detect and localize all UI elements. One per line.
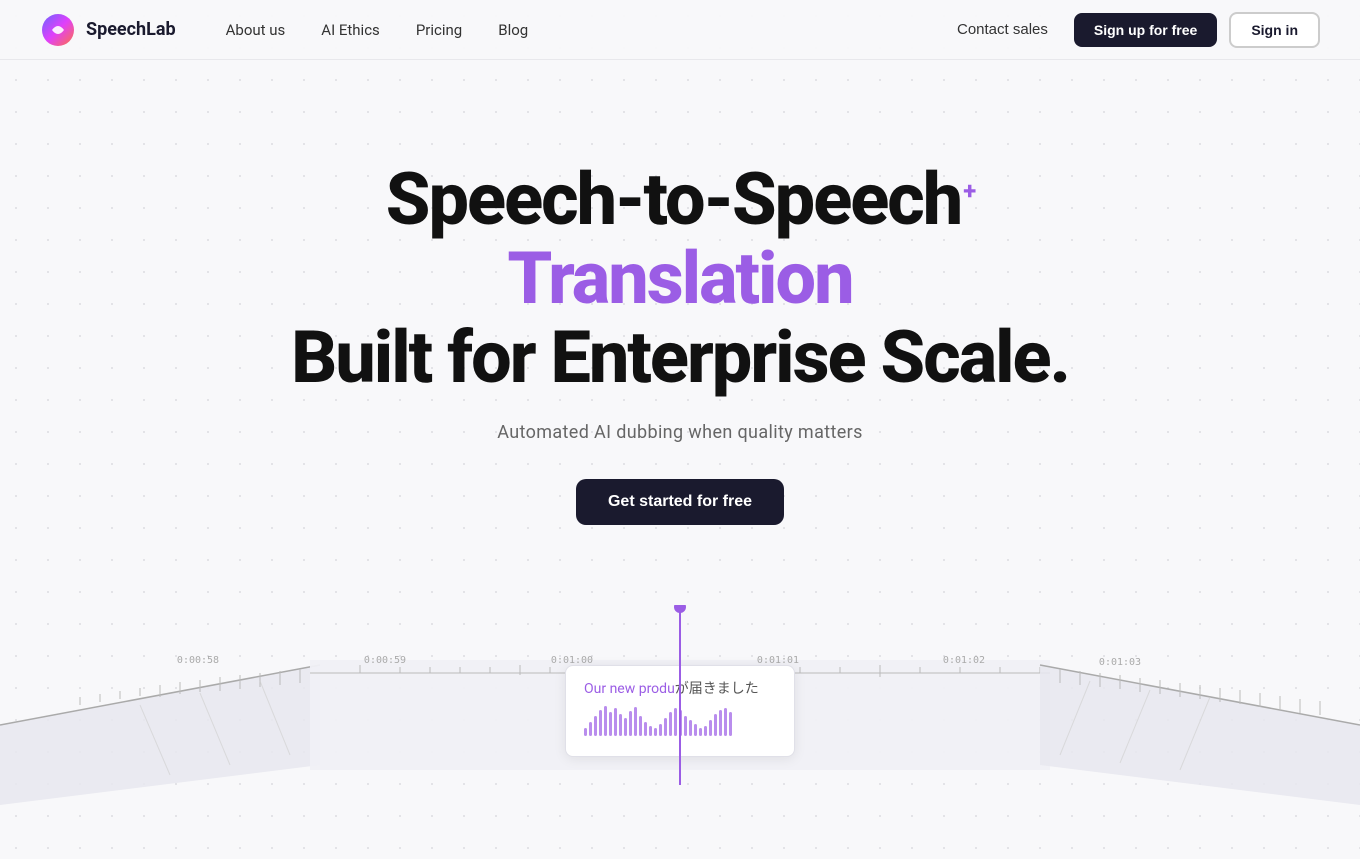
svg-text:0:01:02: 0:01:02: [943, 655, 985, 666]
waveform-bar: [674, 708, 677, 736]
logo-icon: [40, 12, 76, 48]
nav-blog[interactable]: Blog: [484, 15, 542, 45]
waveform-bar: [719, 710, 722, 736]
hero-title-part2: Built for Enterprise Scale.: [291, 315, 1069, 400]
waveform-bar: [709, 720, 712, 736]
sparkle-icon: +: [963, 178, 974, 204]
svg-text:0:00:59: 0:00:59: [364, 655, 406, 666]
timeline-section: 0:00:58 0:00:59 0:01:00 0:01:01 0:01:02: [0, 605, 1360, 845]
waveform-bar: [654, 728, 657, 736]
nav-pricing[interactable]: Pricing: [402, 15, 476, 45]
hero-title-highlight: Translation: [507, 236, 852, 321]
cta-button[interactable]: Get started for free: [576, 479, 784, 525]
waveform-bar: [694, 724, 697, 736]
waveform-bar: [624, 718, 627, 736]
waveform-bar: [714, 714, 717, 736]
nav-ai-ethics[interactable]: AI Ethics: [307, 15, 394, 45]
nav-right: Contact sales Sign up for free Sign in: [943, 12, 1320, 48]
waveform-bar: [659, 724, 662, 736]
signup-button[interactable]: Sign up for free: [1074, 13, 1217, 47]
waveform-bar: [644, 722, 647, 736]
waveform-bar: [584, 728, 587, 736]
logo-text: SpeechLab: [86, 19, 176, 40]
svg-text:0:01:03: 0:01:03: [1099, 657, 1141, 668]
tape-wrap: 0:00:58 0:00:59 0:01:00 0:01:01 0:01:02: [0, 605, 1360, 805]
subtitle-plain: が届きました: [675, 681, 759, 697]
logo-link[interactable]: SpeechLab: [40, 12, 176, 48]
waveform-bar: [649, 726, 652, 736]
waveform-bar: [669, 712, 672, 736]
waveform-bar: [594, 716, 597, 736]
waveform-bar: [589, 722, 592, 736]
waveform-bar: [599, 710, 602, 736]
waveform-bar: [684, 716, 687, 736]
waveform-bar: [724, 708, 727, 736]
playhead: [679, 605, 681, 785]
waveform-bar: [729, 712, 732, 736]
hero-title-part1: Speech-to-Speech: [386, 157, 961, 242]
hero-section: Speech-to-Speech+ Translation Built for E…: [0, 60, 1360, 545]
waveform-bar: [639, 716, 642, 736]
nav-about[interactable]: About us: [212, 15, 300, 45]
subtitle-purple: Our new produ: [584, 681, 675, 697]
contact-sales-button[interactable]: Contact sales: [943, 13, 1062, 46]
nav-left: SpeechLab About us AI Ethics Pricing Blo…: [40, 12, 542, 48]
svg-text:0:00:58: 0:00:58: [177, 655, 219, 666]
waveform-bar: [689, 720, 692, 736]
waveform-bar: [609, 712, 612, 736]
navbar: SpeechLab About us AI Ethics Pricing Blo…: [0, 0, 1360, 60]
hero-subtitle: Automated AI dubbing when quality matter…: [497, 422, 862, 443]
waveform-bar: [614, 708, 617, 736]
signin-button[interactable]: Sign in: [1229, 12, 1320, 48]
waveform-bar: [629, 711, 632, 736]
waveform-bar: [619, 714, 622, 736]
waveform-bar: [634, 707, 637, 736]
hero-title: Speech-to-Speech+ Translation Built for E…: [230, 160, 1130, 398]
waveform-bar: [704, 726, 707, 736]
waveform-bar: [664, 718, 667, 736]
nav-links: About us AI Ethics Pricing Blog: [212, 15, 543, 45]
waveform-bar: [604, 706, 607, 736]
waveform-bar: [699, 728, 702, 736]
